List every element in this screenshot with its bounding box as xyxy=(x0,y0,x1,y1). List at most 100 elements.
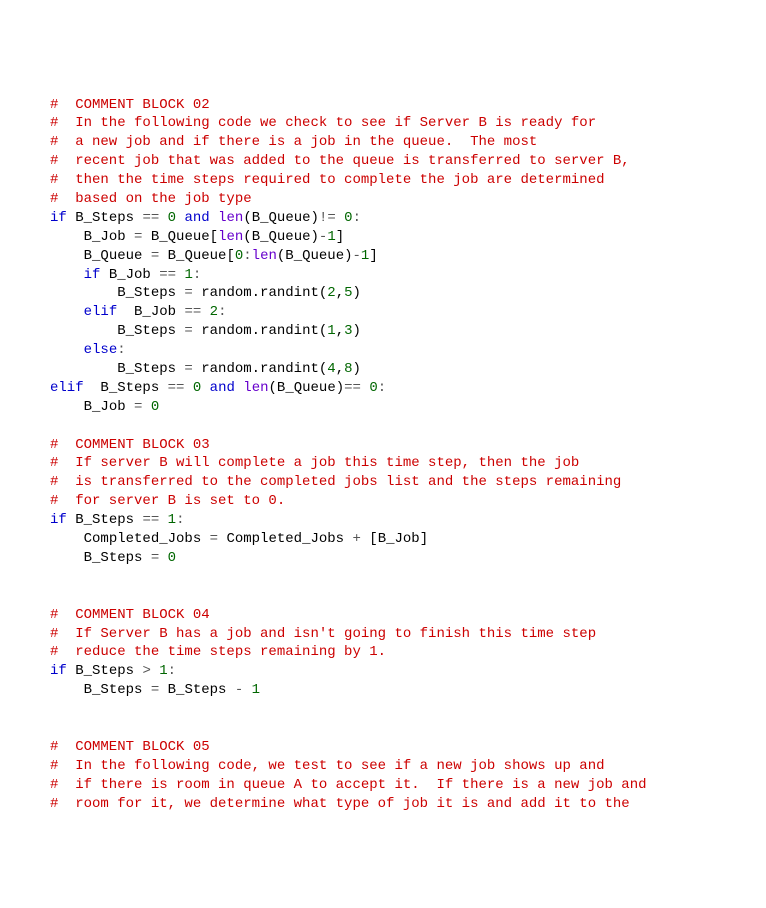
identifier: B_Steps xyxy=(75,663,134,679)
identifier: ) xyxy=(311,229,319,245)
identifier: B_Job xyxy=(378,531,420,547)
comment-line: # In the following code we check to see … xyxy=(50,115,596,131)
comment-line: # COMMENT BLOCK 02 xyxy=(50,97,210,113)
comment-line: # reduce the time steps remaining by 1. xyxy=(50,644,386,660)
identifier: , xyxy=(336,361,344,377)
identifier: B_Queue xyxy=(277,380,336,396)
comment-line: # In the following code, we test to see … xyxy=(50,758,605,774)
identifier: Completed_Jobs xyxy=(84,531,202,547)
operator: == xyxy=(142,512,159,528)
identifier: B_Steps xyxy=(75,210,134,226)
number: 1 xyxy=(327,323,335,339)
operator: == xyxy=(184,304,201,320)
operator: > xyxy=(142,663,150,679)
operator: : xyxy=(117,342,125,358)
identifier: B_Steps xyxy=(84,550,143,566)
operator: : xyxy=(378,380,386,396)
identifier: ( xyxy=(243,210,251,226)
operator: = xyxy=(142,550,167,566)
identifier: B_Job xyxy=(109,267,151,283)
identifier: ] xyxy=(369,248,377,264)
number: 0 xyxy=(344,210,352,226)
comment-line: # a new job and if there is a job in the… xyxy=(50,134,537,150)
identifier: B_Steps xyxy=(75,512,134,528)
number: 1 xyxy=(159,663,167,679)
operator: = xyxy=(176,323,201,339)
comment-line: # COMMENT BLOCK 03 xyxy=(50,437,210,453)
number: 0 xyxy=(369,380,377,396)
comment-line: # based on the job type xyxy=(50,191,252,207)
identifier: B_Job xyxy=(84,229,126,245)
keyword-and: and xyxy=(210,380,235,396)
identifier: B_Queue xyxy=(151,229,210,245)
number: 2 xyxy=(327,285,335,301)
comment-line: # COMMENT BLOCK 05 xyxy=(50,739,210,755)
operator: = xyxy=(176,361,201,377)
builtin-len: len xyxy=(218,229,243,245)
identifier: B_Job xyxy=(84,399,126,415)
comment-line: # room for it, we determine what type of… xyxy=(50,796,630,812)
identifier: B_Job xyxy=(134,304,176,320)
identifier: random.randint xyxy=(201,361,319,377)
operator: : xyxy=(243,248,251,264)
number: 3 xyxy=(344,323,352,339)
identifier: B_Queue xyxy=(84,248,143,264)
keyword-if: if xyxy=(50,210,67,226)
operator: == xyxy=(142,210,159,226)
identifier: B_Queue xyxy=(168,248,227,264)
identifier: B_Steps xyxy=(100,380,159,396)
number: 1 xyxy=(327,229,335,245)
number: 8 xyxy=(344,361,352,377)
identifier: B_Steps xyxy=(168,682,227,698)
operator: + xyxy=(344,531,369,547)
identifier: random.randint xyxy=(201,285,319,301)
identifier: , xyxy=(336,323,344,339)
identifier: B_Steps xyxy=(117,323,176,339)
operator: = xyxy=(142,248,167,264)
identifier: [ xyxy=(210,229,218,245)
operator: : xyxy=(176,512,184,528)
number: 1 xyxy=(252,682,260,698)
number: 1 xyxy=(168,512,176,528)
number: 0 xyxy=(168,550,176,566)
identifier: [ xyxy=(226,248,234,264)
comment-line: # If server B will complete a job this t… xyxy=(50,455,579,471)
number: 4 xyxy=(327,361,335,377)
builtin-len: len xyxy=(243,380,268,396)
number: 1 xyxy=(184,267,192,283)
builtin-len: len xyxy=(252,248,277,264)
number: 0 xyxy=(168,210,176,226)
comment-line: # is transferred to the completed jobs l… xyxy=(50,474,621,490)
operator: - xyxy=(235,682,243,698)
keyword-else: else xyxy=(84,342,118,358)
operator: == xyxy=(159,267,176,283)
operator: = xyxy=(142,682,167,698)
comment-line: # If Server B has a job and isn't going … xyxy=(50,626,596,642)
comment-line: # recent job that was added to the queue… xyxy=(50,153,630,169)
identifier: ) xyxy=(311,210,319,226)
comment-line: # if there is room in queue A to accept … xyxy=(50,777,647,793)
operator: : xyxy=(218,304,226,320)
operator: = xyxy=(201,531,226,547)
identifier: B_Queue xyxy=(285,248,344,264)
number: 0 xyxy=(193,380,201,396)
comment-line: # COMMENT BLOCK 04 xyxy=(50,607,210,623)
identifier: random.randint xyxy=(201,323,319,339)
identifier: , xyxy=(336,285,344,301)
identifier: ) xyxy=(353,323,361,339)
code-block: # COMMENT BLOCK 02 # In the following co… xyxy=(50,96,766,814)
identifier: Completed_Jobs xyxy=(226,531,344,547)
identifier: B_Steps xyxy=(117,361,176,377)
keyword-if: if xyxy=(84,267,101,283)
identifier: ] xyxy=(336,229,344,245)
keyword-if: if xyxy=(50,512,67,528)
identifier: B_Queue xyxy=(252,229,311,245)
operator: == xyxy=(168,380,185,396)
operator: - xyxy=(353,248,361,264)
identifier: ( xyxy=(269,380,277,396)
identifier: ) xyxy=(353,285,361,301)
keyword-if: if xyxy=(50,663,67,679)
number: 0 xyxy=(151,399,159,415)
number: 2 xyxy=(210,304,218,320)
keyword-elif: elif xyxy=(50,380,84,396)
